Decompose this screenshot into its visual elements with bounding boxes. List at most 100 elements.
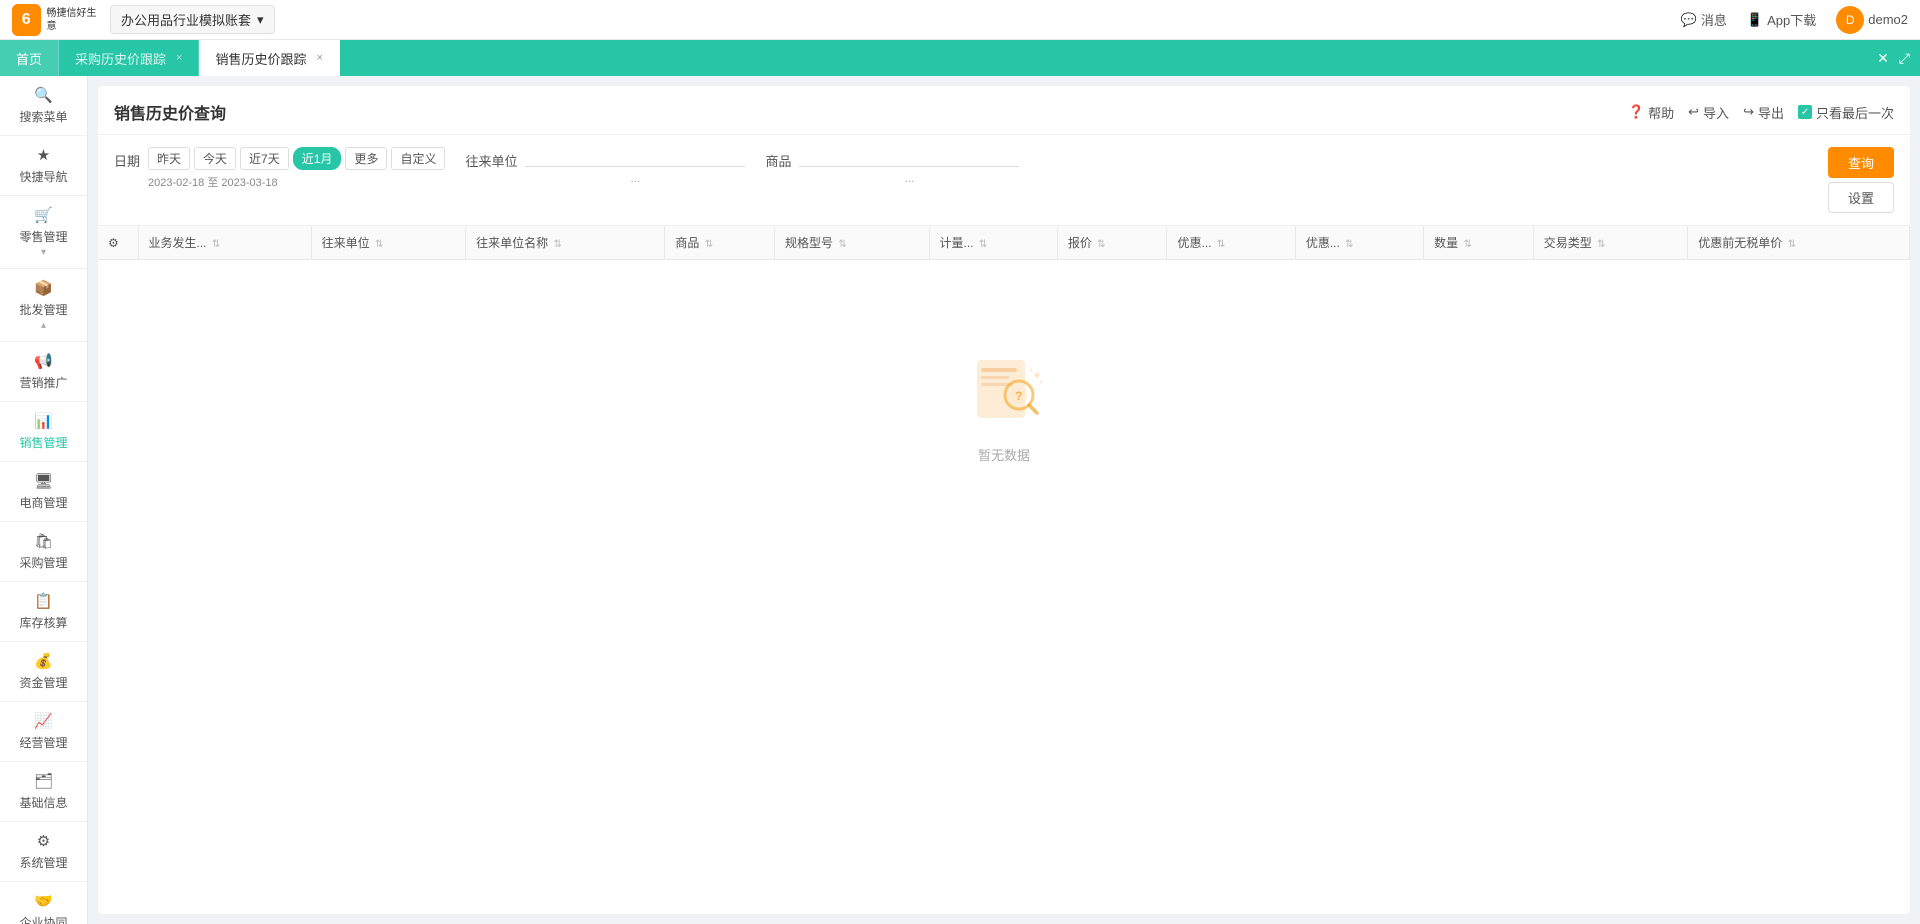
- date-btn-7days[interactable]: 近7天: [240, 147, 289, 170]
- table-col-partner-code[interactable]: 往来单位 ⇅: [311, 226, 465, 260]
- sidebar-item-purchase[interactable]: 🛍 采购管理: [0, 522, 87, 582]
- tab-home-label: 首页: [16, 49, 42, 68]
- sidebar-item-ecommerce-label: 电商管理: [19, 494, 67, 511]
- retail-icon: 🛒: [34, 206, 53, 224]
- search-icon: 🔍: [34, 86, 53, 104]
- user-avatar-area[interactable]: D demo2: [1836, 6, 1908, 34]
- table-col-partner-name[interactable]: 往来单位名称 ⇅: [466, 226, 665, 260]
- empty-text: 暂无数据: [978, 445, 1030, 464]
- goods-filter-label: 商品: [765, 147, 791, 170]
- table-col-biz-date[interactable]: 业务发生... ⇅: [138, 226, 311, 260]
- table-col-discount2[interactable]: 优惠... ⇅: [1295, 226, 1423, 260]
- sidebar-item-inventory[interactable]: 📋 库存核算: [0, 582, 87, 642]
- sidebar-item-retail[interactable]: 🛒 零售管理 ▾: [0, 196, 87, 269]
- sidebar-item-basic-label: 基础信息: [19, 794, 67, 811]
- sort-icon-goods: ⇅: [705, 239, 713, 250]
- export-button[interactable]: ↪ 导出: [1743, 103, 1784, 122]
- finance-icon: 💰: [34, 652, 53, 670]
- sidebar-item-finance-label: 资金管理: [19, 674, 67, 691]
- marketing-icon: 📢: [34, 352, 53, 370]
- tab-home[interactable]: 首页: [0, 40, 59, 76]
- table-col-goods[interactable]: 商品 ⇅: [665, 226, 775, 260]
- only-last-checkbox[interactable]: ✓: [1798, 105, 1812, 119]
- tab-sales-close[interactable]: ×: [316, 52, 322, 64]
- top-right: 💬 消息 📱 App下载 D demo2: [1681, 6, 1908, 34]
- query-button[interactable]: 查询: [1828, 147, 1894, 178]
- tab-purchase-close[interactable]: ×: [176, 52, 182, 64]
- empty-state: ? 暂无数据: [98, 260, 1910, 544]
- import-button[interactable]: ↩ 导入: [1688, 103, 1729, 122]
- svg-text:?: ?: [1015, 389, 1022, 403]
- date-buttons: 昨天 今天 近7天 近1月 更多 自定义: [148, 147, 445, 170]
- table-col-pretax-price[interactable]: 优惠前无税单价 ⇅: [1688, 226, 1910, 260]
- partner-filter-label: 往来单位: [465, 147, 517, 170]
- sidebar-item-sales[interactable]: 📊 销售管理: [0, 402, 87, 462]
- settings-button[interactable]: 设置: [1828, 182, 1894, 213]
- date-filter-group: 日期 昨天 今天 近7天 近1月 更多 自定义 2023-02-18 至 202…: [114, 147, 445, 190]
- sort-icon-discount1: ⇅: [1217, 239, 1225, 250]
- tab-purchase[interactable]: 采购历史价跟踪 ×: [59, 40, 199, 76]
- tab-sales[interactable]: 销售历史价跟踪 ×: [199, 40, 339, 76]
- table-col-price[interactable]: 报价 ⇅: [1057, 226, 1167, 260]
- export-icon: ↪: [1743, 104, 1754, 120]
- date-btn-custom[interactable]: 自定义: [391, 147, 445, 170]
- top-bar: 6 畅捷信好生意 办公用品行业模拟账套 ▾ 💬 消息 📱 App下载 D dem…: [0, 0, 1920, 40]
- sort-icon-spec: ⇅: [838, 239, 846, 250]
- sidebar-item-operations-label: 经营管理: [19, 734, 67, 751]
- logo-text: 畅捷信好生意: [47, 7, 100, 33]
- table-col-discount1[interactable]: 优惠... ⇅: [1167, 226, 1295, 260]
- tab-sales-label: 销售历史价跟踪: [215, 49, 306, 68]
- sort-icon-partner-name: ⇅: [553, 239, 561, 250]
- empty-illustration: ?: [959, 340, 1049, 433]
- date-btn-more[interactable]: 更多: [345, 147, 387, 170]
- goods-filter-group: 商品 ...: [765, 147, 1019, 185]
- sidebar-item-enterprise-label: 企业协同: [19, 914, 67, 924]
- partner-input-group: ...: [525, 147, 745, 185]
- sidebar-item-search-label: 搜索菜单: [19, 108, 67, 125]
- tab-bar: 首页 采购历史价跟踪 × 销售历史价跟踪 × ✕ ⤢: [0, 40, 1920, 76]
- app-selector[interactable]: 办公用品行业模拟账套 ▾: [110, 5, 275, 34]
- table-col-trade-type[interactable]: 交易类型 ⇅: [1533, 226, 1687, 260]
- sidebar-item-basic[interactable]: 🗂 基础信息: [0, 762, 87, 822]
- table-col-qty[interactable]: 数量 ⇅: [1424, 226, 1534, 260]
- date-btn-today[interactable]: 今天: [194, 147, 236, 170]
- maximize-icon[interactable]: ⤢: [1899, 50, 1910, 67]
- help-button[interactable]: ❓ 帮助: [1628, 103, 1674, 122]
- sidebar-item-finance[interactable]: 💰 资金管理: [0, 642, 87, 702]
- enterprise-icon: 🤝: [34, 892, 53, 910]
- sidebar-item-wholesale-label: 批发管理: [19, 301, 67, 318]
- sidebar-item-enterprise[interactable]: 🤝 企业协同: [0, 882, 87, 924]
- table-header: ⚙ 业务发生... ⇅ 往来单位 ⇅ 往来单位名称 ⇅: [98, 226, 1910, 260]
- operations-icon: 📈: [34, 712, 53, 730]
- app-download-button[interactable]: 📱 App下载: [1747, 10, 1816, 29]
- table-col-unit[interactable]: 计量... ⇅: [929, 226, 1057, 260]
- partner-input[interactable]: [525, 147, 745, 167]
- sidebar-item-inventory-label: 库存核算: [19, 614, 67, 631]
- inventory-icon: 📋: [34, 592, 53, 610]
- table-col-settings: ⚙: [98, 226, 138, 260]
- sidebar-item-quicknav[interactable]: ★ 快捷导航: [0, 136, 87, 196]
- sidebar-item-marketing[interactable]: 📢 营销推广: [0, 342, 87, 402]
- sort-icon-price: ⇅: [1097, 239, 1105, 250]
- goods-input[interactable]: [799, 147, 1019, 167]
- sidebar-item-operations[interactable]: 📈 经营管理: [0, 702, 87, 762]
- page-header: 销售历史价查询 ❓ 帮助 ↩ 导入 ↪ 导出 ✓: [98, 86, 1910, 135]
- sidebar-item-wholesale[interactable]: 📦 批发管理 ▴: [0, 269, 87, 342]
- date-btn-yesterday[interactable]: 昨天: [148, 147, 190, 170]
- app-selector-label: 办公用品行业模拟账套: [121, 10, 251, 29]
- chevron-down-icon: ▾: [41, 247, 46, 258]
- sidebar: 🔍 搜索菜单 ★ 快捷导航 🛒 零售管理 ▾ 📦 批发管理 ▴ 📢 营销推广 📊…: [0, 76, 88, 924]
- date-btn-1month[interactable]: 近1月: [293, 147, 342, 170]
- date-options: 昨天 今天 近7天 近1月 更多 自定义 2023-02-18 至 2023-0…: [148, 147, 445, 190]
- close-window-icon[interactable]: ✕: [1877, 50, 1889, 67]
- sidebar-item-ecommerce[interactable]: 🖥 电商管理: [0, 462, 87, 522]
- only-last-checkbox-area[interactable]: ✓ 只看最后一次: [1798, 103, 1894, 122]
- message-button[interactable]: 💬 消息: [1681, 10, 1727, 29]
- sidebar-item-search[interactable]: 🔍 搜索菜单: [0, 76, 87, 136]
- gear-icon[interactable]: ⚙: [108, 236, 119, 250]
- sidebar-item-system[interactable]: ⚙ 系统管理: [0, 822, 87, 882]
- sidebar-item-sales-label: 销售管理: [19, 434, 67, 451]
- sidebar-item-retail-label: 零售管理: [19, 228, 67, 245]
- table-col-spec[interactable]: 规格型号 ⇅: [775, 226, 929, 260]
- sort-icon-unit: ⇅: [979, 239, 987, 250]
